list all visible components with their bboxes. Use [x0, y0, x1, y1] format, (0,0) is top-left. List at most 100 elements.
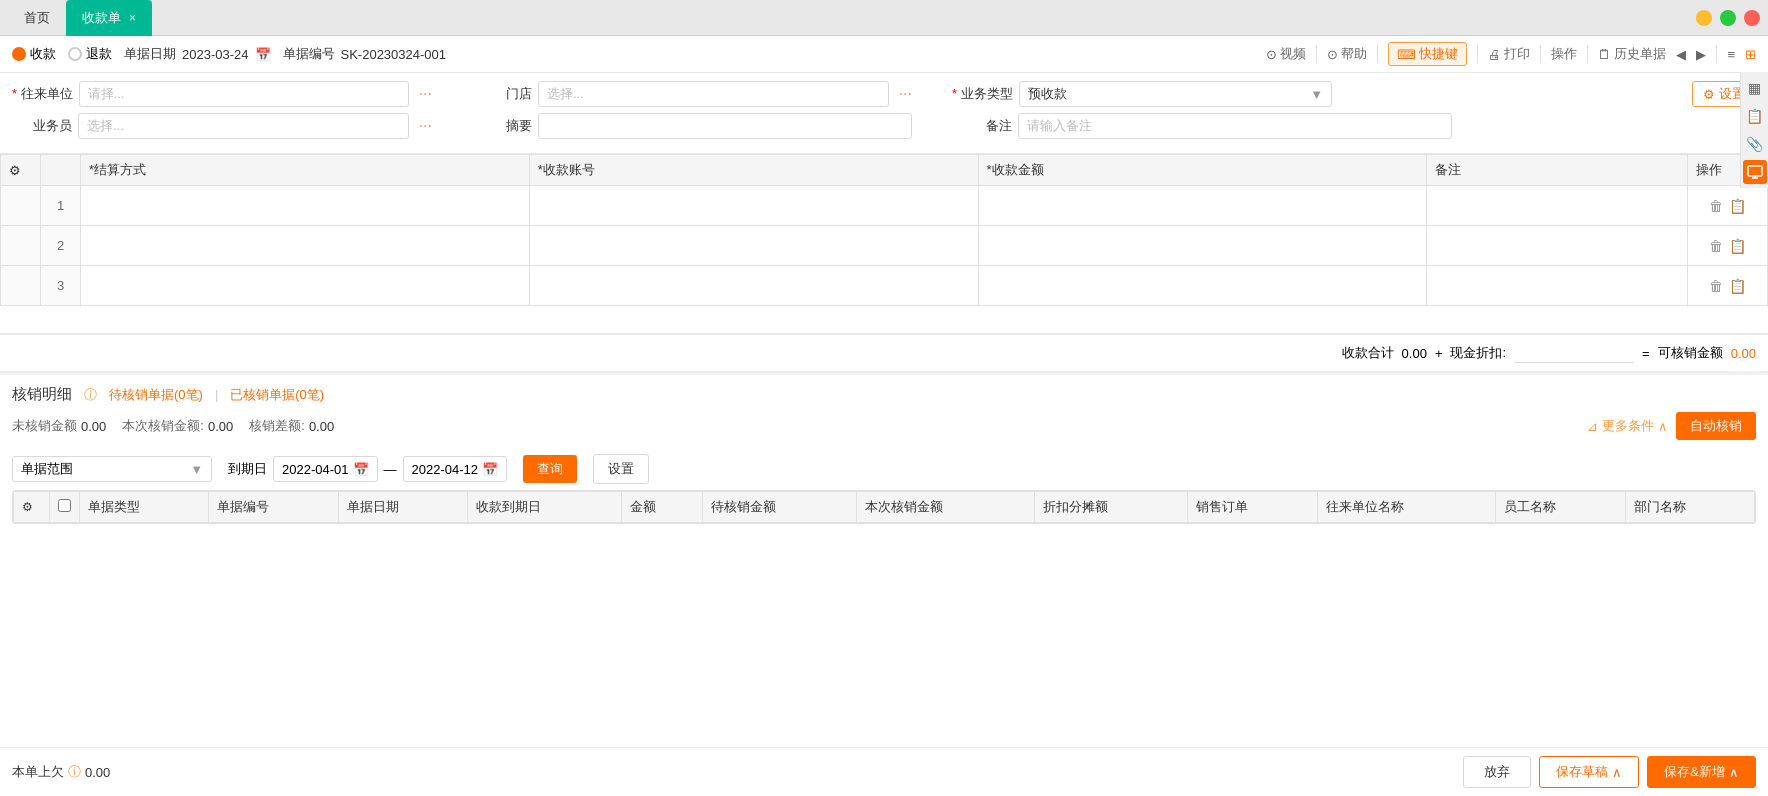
- staff-input[interactable]: 选择...: [78, 113, 409, 139]
- bottom-info-icon[interactable]: ⓘ: [68, 763, 81, 781]
- row-note-3[interactable]: [1427, 266, 1688, 306]
- row-delete-icon-3[interactable]: 🗑: [1709, 278, 1723, 294]
- row-delete-icon-1[interactable]: 🗑: [1709, 198, 1723, 214]
- done-tab-link[interactable]: 已核销单据(0笔): [230, 386, 324, 404]
- more-conditions-label: 更多条件: [1602, 417, 1654, 435]
- operation-btn[interactable]: 操作: [1551, 45, 1577, 63]
- col-gear[interactable]: ⚙: [1, 155, 41, 186]
- vcol-pending: 待核销金额: [702, 492, 856, 523]
- range-dropdown[interactable]: 单据范围 ▼: [12, 456, 212, 482]
- history-btn[interactable]: 🗒 历史单据: [1598, 45, 1666, 63]
- help-icon: ⊙: [1327, 47, 1338, 62]
- current-label: 本次核销金额:: [122, 417, 204, 435]
- form-row-2: 业务员 选择... ··· 摘要 备注 请输入备注: [12, 113, 1756, 139]
- operation-label: 操作: [1551, 45, 1577, 63]
- vcol-type: 单据类型: [80, 492, 209, 523]
- partner-field: * 往来单位 请择... ···: [12, 81, 432, 107]
- tab-close-icon[interactable]: ×: [129, 11, 136, 25]
- more-conditions-btn[interactable]: ⊿ 更多条件 ∧: [1587, 417, 1668, 435]
- col-note-header: 备注: [1427, 155, 1688, 186]
- calendar-icon[interactable]: 📅: [255, 47, 271, 62]
- discount-input[interactable]: [1514, 343, 1634, 363]
- uncancelled-value: 0.00: [81, 419, 106, 434]
- window-maximize[interactable]: [1720, 10, 1736, 26]
- row-amount-3[interactable]: [978, 266, 1427, 306]
- staff-more-btn[interactable]: ···: [419, 117, 432, 135]
- note-field: 备注 请输入备注: [952, 113, 1452, 139]
- sidebar-attach-icon[interactable]: 📎: [1743, 132, 1767, 156]
- row-amount-1[interactable]: [978, 186, 1427, 226]
- row-settlement-1[interactable]: [81, 186, 530, 226]
- save-new-btn[interactable]: 保存&新增 ∧: [1647, 756, 1756, 788]
- radio-refund[interactable]: 退款: [68, 45, 112, 63]
- pending-tab-link[interactable]: 待核销单据(0笔): [109, 386, 203, 404]
- number-value[interactable]: SK-20230324-001: [341, 47, 447, 62]
- row-account-3[interactable]: [529, 266, 978, 306]
- row-settlement-2[interactable]: [81, 226, 530, 266]
- business-type-input[interactable]: 预收款 ▼: [1019, 81, 1332, 107]
- row-note-2[interactable]: [1427, 226, 1688, 266]
- date-value[interactable]: 2023-03-24: [182, 47, 249, 62]
- window-minimize[interactable]: [1696, 10, 1712, 26]
- help-btn[interactable]: ⊙ 帮助: [1327, 45, 1367, 63]
- vcol-checkbox[interactable]: [50, 492, 80, 523]
- shop-label: 门店: [472, 85, 532, 103]
- help-label: 帮助: [1341, 45, 1367, 63]
- business-type-field: * 业务类型 预收款 ▼: [952, 81, 1332, 107]
- auto-verify-btn[interactable]: 自动核销: [1676, 412, 1756, 440]
- col-amount-label: *收款金额: [987, 162, 1044, 177]
- vcol-gear[interactable]: ⚙: [14, 492, 50, 523]
- uncancelled-label: 未核销金额: [12, 417, 77, 435]
- select-all-checkbox[interactable]: [58, 499, 71, 512]
- query-btn[interactable]: 查询: [523, 455, 577, 483]
- partner-more-btn[interactable]: ···: [419, 85, 432, 103]
- sidebar-table-icon[interactable]: ▦: [1743, 76, 1767, 100]
- row-copy-icon-3[interactable]: 📋: [1729, 278, 1746, 294]
- vcol-staff: 员工名称: [1496, 492, 1625, 523]
- video-btn[interactable]: ⊙ 视频: [1266, 45, 1306, 63]
- row-copy-icon-1[interactable]: 📋: [1729, 198, 1746, 214]
- shop-input[interactable]: 选择...: [538, 81, 889, 107]
- staff-placeholder: 选择...: [87, 117, 124, 135]
- abandon-btn[interactable]: 放弃: [1463, 756, 1531, 788]
- verify-settings-btn[interactable]: 设置: [593, 454, 649, 484]
- shortcut-btn[interactable]: ⌨ 快捷键: [1388, 42, 1467, 66]
- row-settlement-3[interactable]: [81, 266, 530, 306]
- row-account-2[interactable]: [529, 226, 978, 266]
- print-btn[interactable]: 🖨 打印: [1488, 45, 1530, 63]
- stats-row: 未核销金额 0.00 本次核销金额: 0.00 核销差额: 0.00 ⊿ 更多条…: [12, 412, 1756, 440]
- history-icon: 🗒: [1598, 47, 1611, 62]
- shop-more-btn[interactable]: ···: [899, 85, 912, 103]
- sidebar-screen-icon[interactable]: [1743, 160, 1767, 184]
- verify-info-icon[interactable]: ⓘ: [84, 386, 97, 404]
- verify-title: 核销明细: [12, 385, 72, 404]
- stat-uncancelled: 未核销金额 0.00: [12, 417, 106, 435]
- nav-next-btn[interactable]: ▶: [1696, 47, 1706, 62]
- bottom-info: 本单上欠 ⓘ 0.00: [12, 763, 110, 781]
- bottom-current-value: 0.00: [85, 765, 110, 780]
- partner-input[interactable]: 请择...: [79, 81, 409, 107]
- grid-view-btn[interactable]: ⊞: [1745, 47, 1756, 62]
- table-row: 2 🗑 📋: [1, 226, 1768, 266]
- summary-input[interactable]: [538, 113, 912, 139]
- date-to-input[interactable]: 2022-04-12 📅: [403, 456, 508, 482]
- row-delete-icon-2[interactable]: 🗑: [1709, 238, 1723, 254]
- window-close[interactable]: [1744, 10, 1760, 26]
- tab-home[interactable]: 首页: [8, 0, 66, 36]
- note-input[interactable]: 请输入备注: [1018, 113, 1452, 139]
- nav-prev-btn[interactable]: ◀: [1676, 47, 1686, 62]
- date-from-input[interactable]: 2022-04-01 📅: [273, 456, 378, 482]
- sidebar-notes-icon[interactable]: 📋: [1743, 104, 1767, 128]
- row-account-1[interactable]: [529, 186, 978, 226]
- list-view-btn[interactable]: ≡: [1727, 47, 1735, 62]
- row-note-1[interactable]: [1427, 186, 1688, 226]
- radio-income[interactable]: 收款: [12, 45, 56, 63]
- divider-6: [1716, 45, 1717, 63]
- tab-receipt[interactable]: 收款单 ×: [66, 0, 152, 36]
- vcol-number: 单据编号: [209, 492, 338, 523]
- row-action-2: 🗑 📋: [1688, 226, 1768, 266]
- row-copy-icon-2[interactable]: 📋: [1729, 238, 1746, 254]
- row-amount-2[interactable]: [978, 226, 1427, 266]
- summary-label: 摘要: [472, 117, 532, 135]
- save-draft-btn[interactable]: 保存草稿 ∧: [1539, 756, 1639, 788]
